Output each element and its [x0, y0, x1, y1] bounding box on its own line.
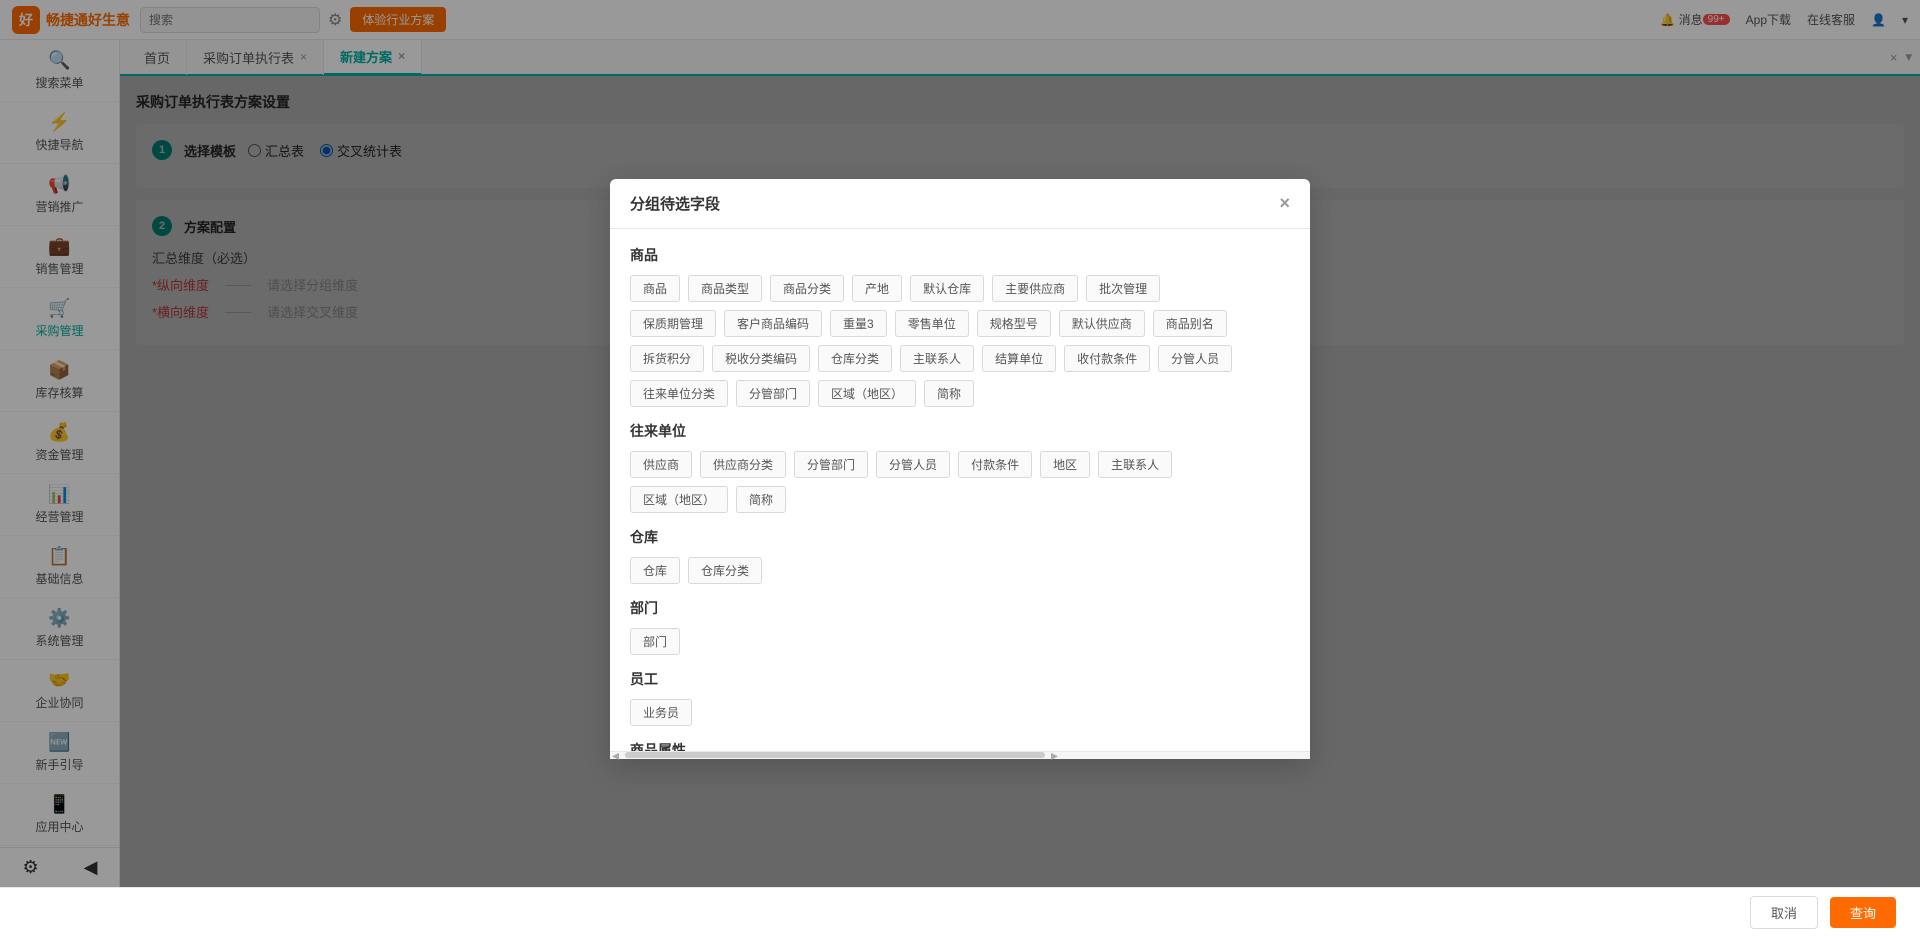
- field-tag[interactable]: 部门: [630, 628, 680, 655]
- field-tag[interactable]: 分管人员: [1158, 345, 1232, 372]
- field-tag[interactable]: 收付款条件: [1064, 345, 1150, 372]
- section-title-employee: 员工: [630, 669, 1290, 689]
- field-tag[interactable]: 主要供应商: [992, 275, 1078, 302]
- field-tag[interactable]: 简称: [924, 380, 974, 407]
- field-tag[interactable]: 业务员: [630, 699, 692, 726]
- field-tags-dept: 部门: [630, 628, 1290, 655]
- field-tag[interactable]: 客户商品编码: [724, 310, 822, 337]
- field-tag[interactable]: 分管部门: [794, 451, 868, 478]
- field-tag[interactable]: 区域（地区）: [630, 486, 728, 513]
- field-tag[interactable]: 重量3: [830, 310, 887, 337]
- field-tag[interactable]: 默认仓库: [910, 275, 984, 302]
- modal-header: 分组待选字段 ×: [610, 179, 1310, 229]
- field-tag[interactable]: 商品别名: [1153, 310, 1227, 337]
- modal-title: 分组待选字段: [630, 193, 720, 214]
- section-title-partner: 往来单位: [630, 421, 1290, 441]
- field-tags-partner-2: 区域（地区） 简称: [630, 486, 1290, 513]
- field-tag[interactable]: 仓库: [630, 557, 680, 584]
- field-tags-goods: 商品 商品类型 商品分类 产地 默认仓库 主要供应商 批次管理: [630, 275, 1290, 302]
- field-tag[interactable]: 商品分类: [770, 275, 844, 302]
- field-tag[interactable]: 供应商分类: [700, 451, 786, 478]
- field-tag[interactable]: 批次管理: [1086, 275, 1160, 302]
- confirm-button[interactable]: 查询: [1830, 897, 1896, 928]
- modal-body: 商品 商品 商品类型 商品分类 产地 默认仓库 主要供应商 批次管理 保质期管理…: [610, 229, 1310, 751]
- modal-close-btn[interactable]: ×: [1279, 194, 1290, 212]
- field-tag[interactable]: 主联系人: [1098, 451, 1172, 478]
- field-tag[interactable]: 拆货积分: [630, 345, 704, 372]
- field-tags-goods-2: 保质期管理 客户商品编码 重量3 零售单位 规格型号 默认供应商 商品别名: [630, 310, 1290, 337]
- field-tag[interactable]: 商品: [630, 275, 680, 302]
- field-select-modal: 分组待选字段 × 商品 商品 商品类型 商品分类 产地 默认仓库 主要供应商 批…: [610, 179, 1310, 759]
- field-tags-goods-3: 拆货积分 税收分类编码 仓库分类 主联系人 结算单位 收付款条件 分管人员: [630, 345, 1290, 372]
- section-title-dept: 部门: [630, 598, 1290, 618]
- field-tag[interactable]: 地区: [1040, 451, 1090, 478]
- field-tag[interactable]: 产地: [852, 275, 902, 302]
- bottom-bar: 取消 查询: [0, 887, 1920, 937]
- section-title-warehouse: 仓库: [630, 527, 1290, 547]
- field-tag[interactable]: 默认供应商: [1059, 310, 1145, 337]
- field-tag[interactable]: 保质期管理: [630, 310, 716, 337]
- field-tag[interactable]: 主联系人: [900, 345, 974, 372]
- modal-overlay: 分组待选字段 × 商品 商品 商品类型 商品分类 产地 默认仓库 主要供应商 批…: [0, 0, 1920, 937]
- field-tags-partner: 供应商 供应商分类 分管部门 分管人员 付款条件 地区 主联系人: [630, 451, 1290, 478]
- hscroll-right-btn[interactable]: ▸: [1049, 747, 1060, 764]
- field-tag[interactable]: 商品类型: [688, 275, 762, 302]
- hscroll-left-btn[interactable]: ◂: [610, 747, 621, 764]
- field-tag[interactable]: 往来单位分类: [630, 380, 728, 407]
- field-tag[interactable]: 零售单位: [895, 310, 969, 337]
- field-tag[interactable]: 税收分类编码: [712, 345, 810, 372]
- field-tag[interactable]: 供应商: [630, 451, 692, 478]
- cancel-button[interactable]: 取消: [1750, 896, 1818, 929]
- field-tag[interactable]: 分管人员: [876, 451, 950, 478]
- field-tags-employee: 业务员: [630, 699, 1290, 726]
- field-tag[interactable]: 区域（地区）: [818, 380, 916, 407]
- field-tag[interactable]: 分管部门: [736, 380, 810, 407]
- field-tag[interactable]: 简称: [736, 486, 786, 513]
- section-title-goods-attr: 商品属性: [630, 740, 1290, 751]
- field-tag[interactable]: 规格型号: [977, 310, 1051, 337]
- field-tag[interactable]: 仓库分类: [818, 345, 892, 372]
- modal-horizontal-scrollbar[interactable]: ◂ ▸: [610, 751, 1310, 759]
- field-tags-warehouse: 仓库 仓库分类: [630, 557, 1290, 584]
- section-title-goods: 商品: [630, 245, 1290, 265]
- field-tags-goods-4: 往来单位分类 分管部门 区域（地区） 简称: [630, 380, 1290, 407]
- hscroll-bar: [625, 752, 1045, 758]
- field-tag[interactable]: 结算单位: [982, 345, 1056, 372]
- field-tag[interactable]: 仓库分类: [688, 557, 762, 584]
- field-tag[interactable]: 付款条件: [958, 451, 1032, 478]
